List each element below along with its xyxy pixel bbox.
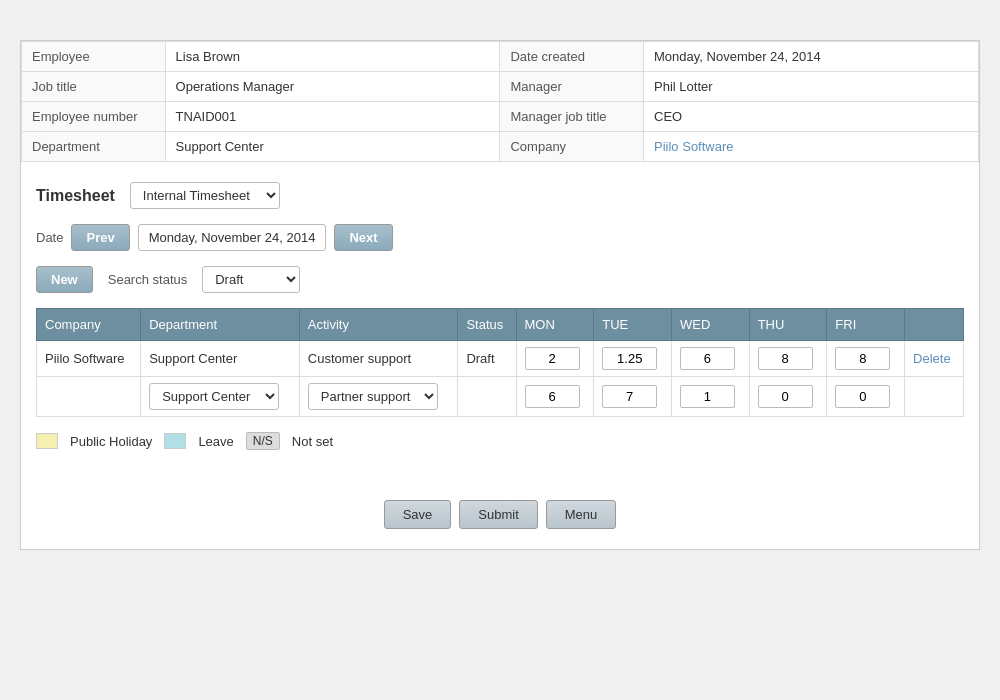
leave-color xyxy=(164,433,186,449)
th-status: Status xyxy=(458,309,516,341)
value-manager-job-title: CEO xyxy=(644,102,979,132)
label-job-title: Job title xyxy=(22,72,166,102)
not-set-label: Not set xyxy=(292,434,333,449)
next-button[interactable]: Next xyxy=(334,224,392,251)
input-tue-1[interactable] xyxy=(602,347,657,370)
public-holiday-label: Public Holiday xyxy=(70,434,152,449)
th-actions xyxy=(905,309,964,341)
cell-activity-2: Partner support Customer support xyxy=(299,377,458,417)
prev-button[interactable]: Prev xyxy=(71,224,129,251)
public-holiday-color xyxy=(36,433,58,449)
main-content: Employee Lisa Brown Date created Monday,… xyxy=(20,40,980,550)
new-row-controls: New Search status Draft Confirmed Done xyxy=(36,266,964,293)
status-select[interactable]: Draft Confirmed Done xyxy=(202,266,300,293)
cell-company-1: Piilo Software xyxy=(37,341,141,377)
timesheet-header: Timesheet Internal Timesheet External Ti… xyxy=(36,182,964,209)
info-row-2: Job title Operations Manager Manager Phi… xyxy=(22,72,979,102)
page-container: Employee Lisa Brown Date created Monday,… xyxy=(0,0,1000,700)
department-select-2[interactable]: Support Center IT Finance xyxy=(149,383,279,410)
timesheet-section: Timesheet Internal Timesheet External Ti… xyxy=(21,162,979,485)
cell-status-2 xyxy=(458,377,516,417)
input-thu-2[interactable] xyxy=(758,385,813,408)
new-button[interactable]: New xyxy=(36,266,93,293)
value-company: Piilo Software xyxy=(644,132,979,162)
cell-tue-1 xyxy=(594,341,672,377)
label-department: Department xyxy=(22,132,166,162)
table-row: Piilo Software Support Center Customer s… xyxy=(37,341,964,377)
timesheet-table: Company Department Activity Status MON T… xyxy=(36,308,964,417)
input-thu-1[interactable] xyxy=(758,347,813,370)
leave-label: Leave xyxy=(198,434,233,449)
cell-mon-2 xyxy=(516,377,594,417)
input-mon-2[interactable] xyxy=(525,385,580,408)
th-activity: Activity xyxy=(299,309,458,341)
input-fri-1[interactable] xyxy=(835,347,890,370)
cell-thu-2 xyxy=(749,377,827,417)
th-department: Department xyxy=(141,309,300,341)
input-mon-1[interactable] xyxy=(525,347,580,370)
th-tue: TUE xyxy=(594,309,672,341)
label-employee: Employee xyxy=(22,42,166,72)
table-row: Support Center IT Finance Partner suppor… xyxy=(37,377,964,417)
cell-status-1: Draft xyxy=(458,341,516,377)
th-wed: WED xyxy=(671,309,749,341)
label-company: Company xyxy=(500,132,644,162)
cell-department-2: Support Center IT Finance xyxy=(141,377,300,417)
menu-button[interactable]: Menu xyxy=(546,500,617,529)
cell-fri-2 xyxy=(827,377,905,417)
label-date-created: Date created xyxy=(500,42,644,72)
submit-button[interactable]: Submit xyxy=(459,500,537,529)
info-row-4: Department Support Center Company Piilo … xyxy=(22,132,979,162)
info-row-3: Employee number TNAID001 Manager job tit… xyxy=(22,102,979,132)
value-date-created: Monday, November 24, 2014 xyxy=(644,42,979,72)
value-employee: Lisa Brown xyxy=(165,42,500,72)
th-fri: FRI xyxy=(827,309,905,341)
cell-tue-2 xyxy=(594,377,672,417)
cell-delete-1: Delete xyxy=(905,341,964,377)
date-display: Monday, November 24, 2014 xyxy=(138,224,327,251)
search-status-label: Search status xyxy=(108,272,188,287)
cell-wed-2 xyxy=(671,377,749,417)
label-manager-job-title: Manager job title xyxy=(500,102,644,132)
th-thu: THU xyxy=(749,309,827,341)
label-manager: Manager xyxy=(500,72,644,102)
cell-wed-1 xyxy=(671,341,749,377)
activity-select-2[interactable]: Partner support Customer support xyxy=(308,383,438,410)
cell-delete-2 xyxy=(905,377,964,417)
value-department: Support Center xyxy=(165,132,500,162)
cell-company-2 xyxy=(37,377,141,417)
timesheet-title: Timesheet xyxy=(36,187,115,205)
cell-activity-1: Customer support xyxy=(299,341,458,377)
cell-department-1: Support Center xyxy=(141,341,300,377)
delete-button-1[interactable]: Delete xyxy=(913,351,951,366)
input-wed-1[interactable] xyxy=(680,347,735,370)
cell-thu-1 xyxy=(749,341,827,377)
th-company: Company xyxy=(37,309,141,341)
save-button[interactable]: Save xyxy=(384,500,452,529)
value-employee-number: TNAID001 xyxy=(165,102,500,132)
value-job-title: Operations Manager xyxy=(165,72,500,102)
table-header-row: Company Department Activity Status MON T… xyxy=(37,309,964,341)
date-label: Date xyxy=(36,230,63,245)
cell-fri-1 xyxy=(827,341,905,377)
label-employee-number: Employee number xyxy=(22,102,166,132)
th-mon: MON xyxy=(516,309,594,341)
input-wed-2[interactable] xyxy=(680,385,735,408)
cell-mon-1 xyxy=(516,341,594,377)
legend: Public Holiday Leave N/S Not set xyxy=(36,432,964,450)
value-manager: Phil Lotter xyxy=(644,72,979,102)
info-row-1: Employee Lisa Brown Date created Monday,… xyxy=(22,42,979,72)
footer-buttons: Save Submit Menu xyxy=(21,485,979,549)
input-tue-2[interactable] xyxy=(602,385,657,408)
not-set-badge: N/S xyxy=(246,432,280,450)
employee-info-table: Employee Lisa Brown Date created Monday,… xyxy=(21,41,979,162)
date-nav: Date Prev Monday, November 24, 2014 Next xyxy=(36,224,964,251)
input-fri-2[interactable] xyxy=(835,385,890,408)
company-link[interactable]: Piilo Software xyxy=(654,139,733,154)
timesheet-type-select[interactable]: Internal Timesheet External Timesheet xyxy=(130,182,280,209)
